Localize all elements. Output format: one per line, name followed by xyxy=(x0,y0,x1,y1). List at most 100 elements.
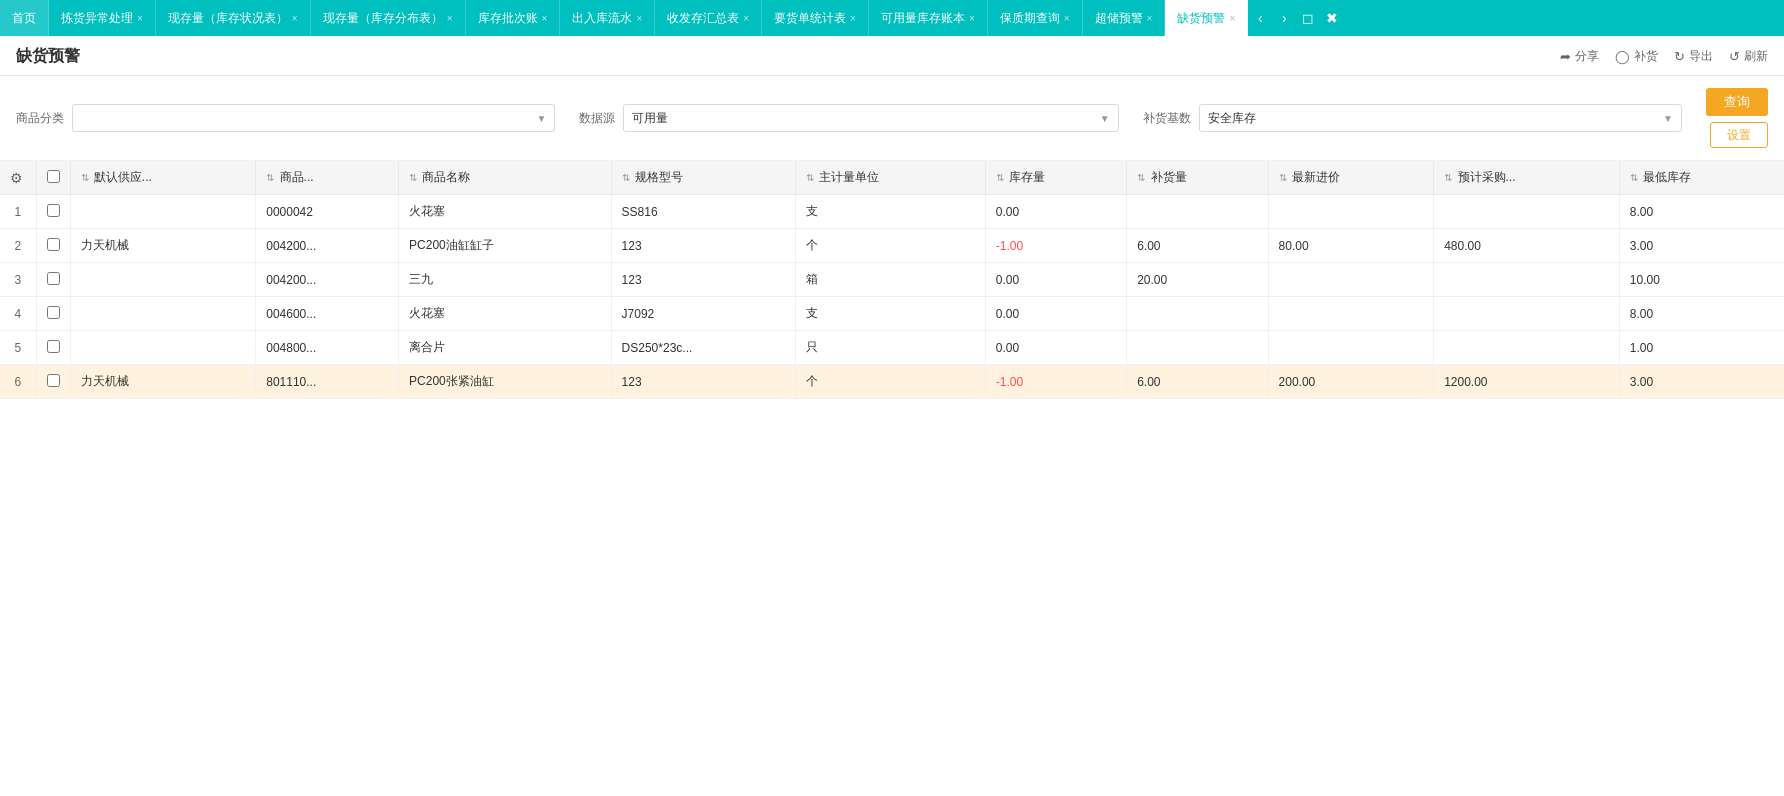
replenish-button[interactable]: ◯ 补货 xyxy=(1615,48,1658,65)
tab-available-ledger-close[interactable]: × xyxy=(969,13,975,24)
sort-supplier-icon: ⇅ xyxy=(81,172,89,183)
sort-stock-icon: ⇅ xyxy=(996,172,1004,183)
cell-checkbox-1[interactable] xyxy=(36,229,70,263)
share-button[interactable]: ➦ 分享 xyxy=(1560,48,1599,65)
tab-nav-next[interactable]: › xyxy=(1272,0,1296,36)
cell-checkbox-5[interactable] xyxy=(36,365,70,399)
category-label: 商品分类 xyxy=(16,110,64,127)
row-checkbox-4[interactable] xyxy=(47,340,60,353)
export-button[interactable]: ↻ 导出 xyxy=(1674,48,1713,65)
col-product-name: ⇅ 商品名称 xyxy=(399,161,612,195)
tab-home[interactable]: 首页 xyxy=(0,0,49,36)
settings-button[interactable]: 设置 xyxy=(1710,122,1768,148)
tab-demand-stats[interactable]: 要货单统计表 × xyxy=(762,0,869,36)
cell-supplier-4 xyxy=(70,331,256,365)
cell-price-5: 200.00 xyxy=(1268,365,1434,399)
row-checkbox-0[interactable] xyxy=(47,204,60,217)
tab-expiry-query-close[interactable]: × xyxy=(1064,13,1070,24)
sort-name-icon: ⇅ xyxy=(409,172,417,183)
tab-stockout[interactable]: 缺货预警 × xyxy=(1165,0,1248,36)
cell-replenish-1: 6.00 xyxy=(1127,229,1268,263)
table-settings-icon[interactable]: ⚙ xyxy=(10,170,23,186)
select-all-checkbox[interactable] xyxy=(47,170,60,183)
table-row: 1 0000042 火花塞 SS816 支 0.00 8.00 xyxy=(0,195,1784,229)
cell-checkbox-4[interactable] xyxy=(36,331,70,365)
tab-home-label: 首页 xyxy=(12,10,36,27)
category-dropdown-icon: ▼ xyxy=(536,113,546,124)
row-checkbox-5[interactable] xyxy=(47,374,60,387)
table-container: ⚙ ⇅ 默认供应... ⇅ 商品... ⇅ 商品名称 xyxy=(0,161,1784,399)
row-checkbox-1[interactable] xyxy=(47,238,60,251)
tab-inventory-status[interactable]: 现存量（库存状况表） × xyxy=(156,0,311,36)
tab-overstock-close[interactable]: × xyxy=(1147,13,1153,24)
table-row: 2 力天机械 004200... PC200油缸缸子 123 个 -1.00 6… xyxy=(0,229,1784,263)
cell-supplier-1: 力天机械 xyxy=(70,229,256,263)
cell-stock-0: 0.00 xyxy=(985,195,1126,229)
page-header: 缺货预警 ➦ 分享 ◯ 补货 ↻ 导出 ↺ 刷新 xyxy=(0,36,1784,76)
tab-demand-stats-close[interactable]: × xyxy=(850,13,856,24)
datasource-select-value: 可用量 xyxy=(632,110,668,127)
cell-unit-0: 支 xyxy=(796,195,986,229)
refresh-button[interactable]: ↺ 刷新 xyxy=(1729,48,1768,65)
cell-name-5: PC200张紧油缸 xyxy=(399,365,612,399)
tab-stockout-close[interactable]: × xyxy=(1229,13,1235,24)
tab-receipt-summary-close[interactable]: × xyxy=(743,13,749,24)
cell-checkbox-2[interactable] xyxy=(36,263,70,297)
cell-unit-2: 箱 xyxy=(796,263,986,297)
tab-batch-account-close[interactable]: × xyxy=(542,13,548,24)
cell-code-3: 004600... xyxy=(256,297,399,331)
tab-overstock[interactable]: 超储预警 × xyxy=(1083,0,1166,36)
tab-expiry-query[interactable]: 保质期查询 × xyxy=(988,0,1083,36)
cell-est-purchase-1: 480.00 xyxy=(1434,229,1620,263)
row-checkbox-3[interactable] xyxy=(47,306,60,319)
tab-inout-flow[interactable]: 出入库流水 × xyxy=(560,0,655,36)
cell-checkbox-3[interactable] xyxy=(36,297,70,331)
cell-unit-1: 个 xyxy=(796,229,986,263)
replenish-label: 补货 xyxy=(1634,48,1658,65)
tab-inventory-dist[interactable]: 现存量（库存分布表） × xyxy=(311,0,466,36)
tab-inventory-dist-close[interactable]: × xyxy=(447,13,453,24)
replenish-base-label: 补货基数 xyxy=(1143,110,1191,127)
table-row: 6 力天机械 801110... PC200张紧油缸 123 个 -1.00 6… xyxy=(0,365,1784,399)
cell-name-4: 离合片 xyxy=(399,331,612,365)
tab-exception[interactable]: 拣货异常处理 × xyxy=(49,0,156,36)
category-select[interactable]: ▼ xyxy=(72,104,555,132)
share-icon: ➦ xyxy=(1560,49,1571,64)
tab-nav-prev[interactable]: ‹ xyxy=(1248,0,1272,36)
tab-exception-close[interactable]: × xyxy=(137,13,143,24)
category-filter: 商品分类 ▼ xyxy=(16,104,555,132)
tab-inout-flow-close[interactable]: × xyxy=(636,13,642,24)
tab-receipt-summary[interactable]: 收发存汇总表 × xyxy=(655,0,762,36)
col-checkbox xyxy=(36,161,70,195)
tab-available-ledger[interactable]: 可用量库存账本 × xyxy=(869,0,988,36)
cell-supplier-3 xyxy=(70,297,256,331)
cell-stock-4: 0.00 xyxy=(985,331,1126,365)
cell-price-1: 80.00 xyxy=(1268,229,1434,263)
col-latest-price: ⇅ 最新进价 xyxy=(1268,161,1434,195)
cell-price-3 xyxy=(1268,297,1434,331)
sort-unit-icon: ⇅ xyxy=(806,172,814,183)
page-title: 缺货预警 xyxy=(16,46,80,67)
datasource-select[interactable]: 可用量 ▼ xyxy=(623,104,1118,132)
cell-min-stock-0: 8.00 xyxy=(1619,195,1784,229)
header-actions: ➦ 分享 ◯ 补货 ↻ 导出 ↺ 刷新 xyxy=(1560,48,1768,65)
replenish-base-select[interactable]: 安全库存 ▼ xyxy=(1199,104,1682,132)
tab-nav-close-all[interactable]: ✖ xyxy=(1320,0,1344,36)
sort-code-icon: ⇅ xyxy=(266,172,274,183)
tab-inventory-status-close[interactable]: × xyxy=(292,13,298,24)
col-product-code: ⇅ 商品... xyxy=(256,161,399,195)
tab-batch-account[interactable]: 库存批次账 × xyxy=(466,0,561,36)
tab-receipt-summary-label: 收发存汇总表 xyxy=(667,10,739,27)
table-header-row: ⚙ ⇅ 默认供应... ⇅ 商品... ⇅ 商品名称 xyxy=(0,161,1784,195)
row-checkbox-2[interactable] xyxy=(47,272,60,285)
tab-nav-restore[interactable]: ◻ xyxy=(1296,0,1320,36)
cell-name-2: 三九 xyxy=(399,263,612,297)
col-stock-qty: ⇅ 库存量 xyxy=(985,161,1126,195)
query-button[interactable]: 查询 xyxy=(1706,88,1768,116)
cell-checkbox-0[interactable] xyxy=(36,195,70,229)
cell-unit-3: 支 xyxy=(796,297,986,331)
col-est-purchase: ⇅ 预计采购... xyxy=(1434,161,1620,195)
cell-spec-4: DS250*23c... xyxy=(611,331,795,365)
cell-min-stock-4: 1.00 xyxy=(1619,331,1784,365)
cell-est-purchase-4 xyxy=(1434,331,1620,365)
